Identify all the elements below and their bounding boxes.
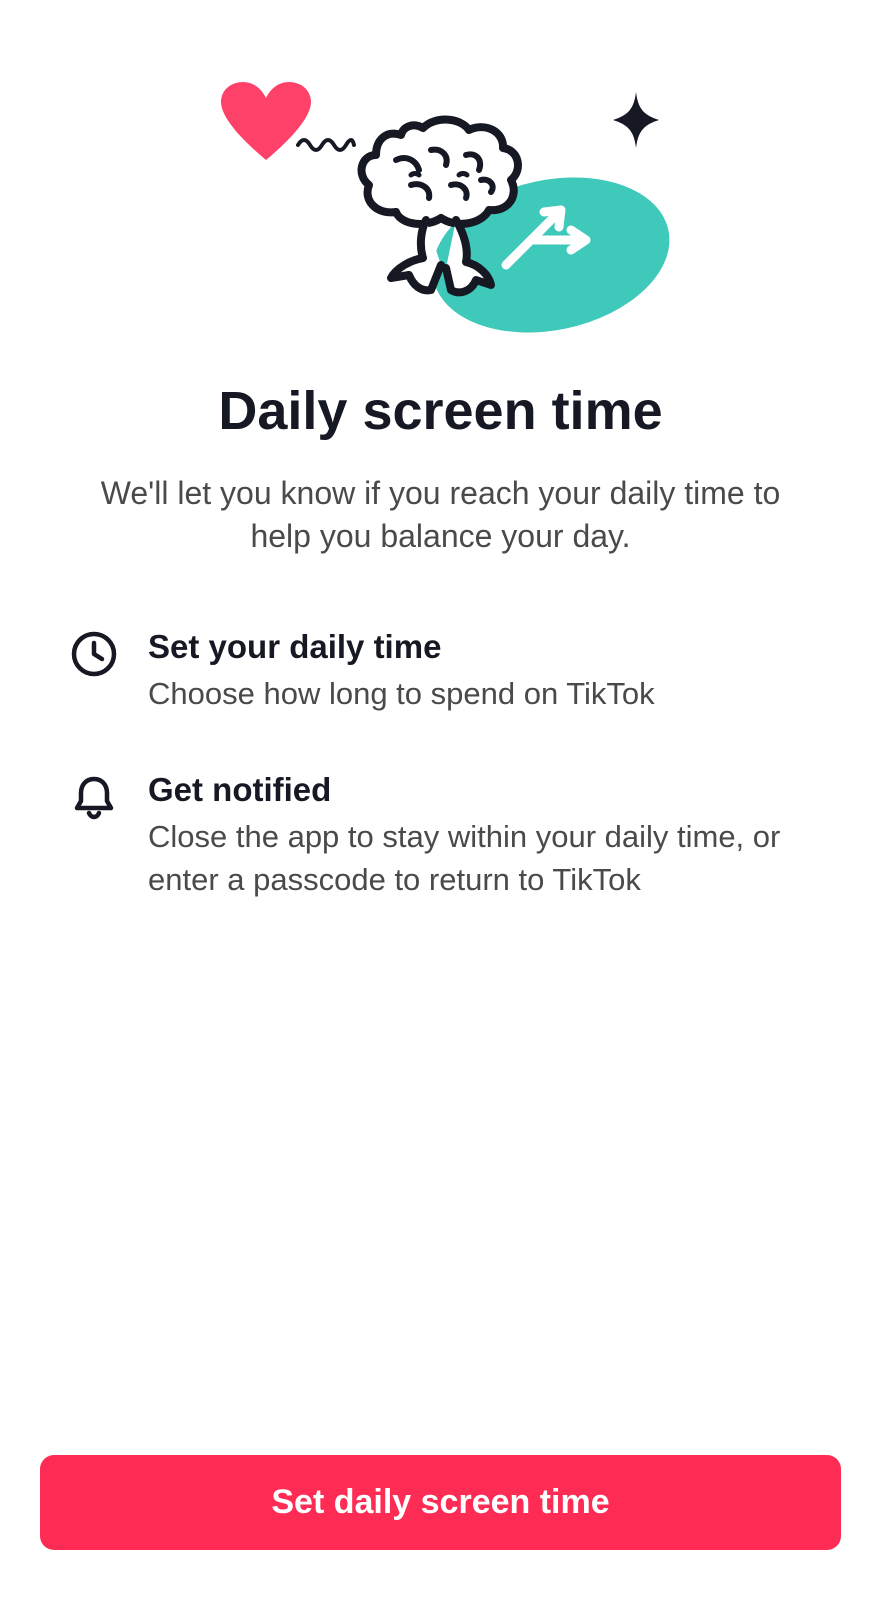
feature-title: Set your daily time xyxy=(148,628,811,666)
cta-label: Set daily screen time xyxy=(271,1483,609,1522)
page-subtitle: We'll let you know if you reach your dai… xyxy=(40,472,841,558)
brain-character-icon xyxy=(341,100,581,330)
clock-icon xyxy=(70,630,118,678)
hero-illustration xyxy=(40,70,841,330)
page-title: Daily screen time xyxy=(40,380,841,442)
bell-icon xyxy=(70,773,118,821)
feature-description: Choose how long to spend on TikTok xyxy=(148,672,811,715)
feature-item-get-notified: Get notified Close the app to stay withi… xyxy=(70,771,811,902)
feature-item-set-time: Set your daily time Choose how long to s… xyxy=(70,628,811,715)
feature-description: Close the app to stay within your daily … xyxy=(148,815,811,902)
feature-title: Get notified xyxy=(148,771,811,809)
feature-list: Set your daily time Choose how long to s… xyxy=(40,628,841,956)
set-daily-screen-time-button[interactable]: Set daily screen time xyxy=(40,1455,841,1550)
sparkle-icon xyxy=(611,90,661,150)
